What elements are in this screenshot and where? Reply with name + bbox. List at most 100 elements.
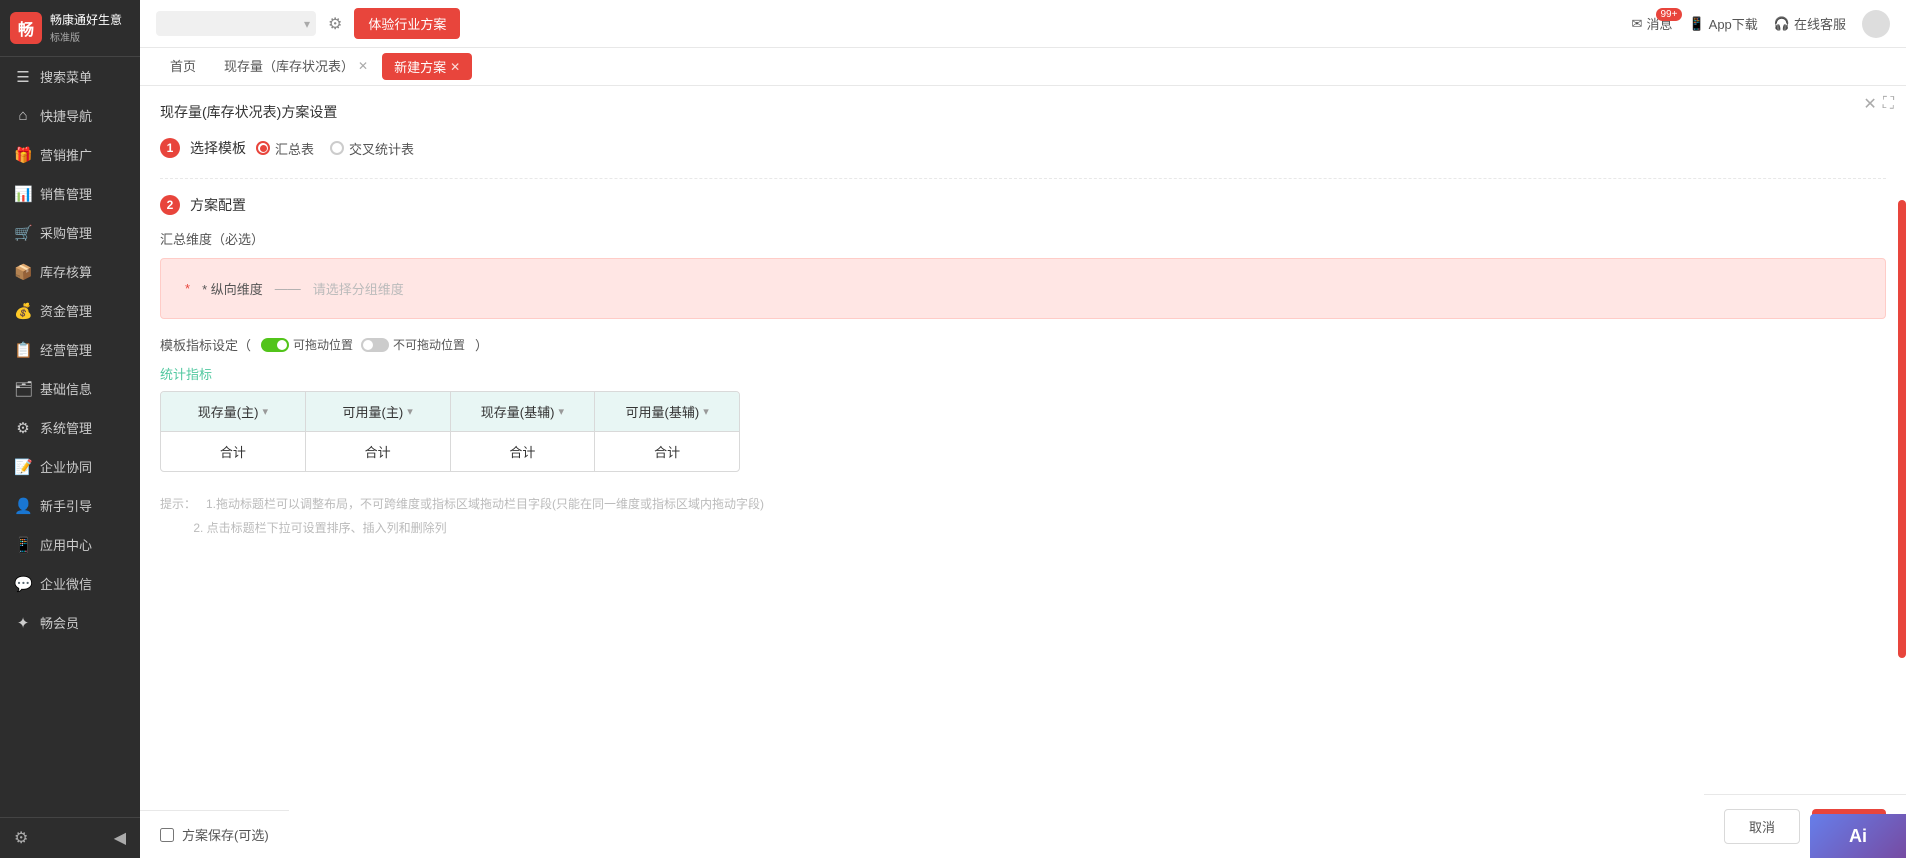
sidebar-item-contract[interactable]: 📝 企业协同 <box>0 447 140 486</box>
sidebar: 畅 畅康通好生意 标准版 ☰ 搜索菜单 ⌂ 快捷导航 🎁 营销推广 📊 销售管理… <box>0 0 140 858</box>
cancel-button[interactable]: 取消 <box>1724 809 1800 844</box>
tab-new-close[interactable]: ✕ <box>450 60 460 74</box>
user-avatar[interactable] <box>1862 10 1890 38</box>
stats-body-col-2: 合计 <box>306 431 451 471</box>
stats-col-1-label: 现存量(主) <box>198 402 259 421</box>
sidebar-item-label-sales: 销售管理 <box>40 184 92 203</box>
stats-body-col-2-val: 合计 <box>365 442 391 461</box>
phone-icon: 📱 <box>1688 16 1704 32</box>
sidebar-item-mgmt[interactable]: 📋 经营管理 <box>0 330 140 369</box>
search-menu-icon: ☰ <box>14 68 32 86</box>
dim-dash: —— <box>275 281 301 296</box>
tab-home[interactable]: 首页 <box>156 48 210 85</box>
stats-table-body: 合计 合计 合计 合计 <box>161 431 739 471</box>
purchase-icon: 🛒 <box>14 224 32 242</box>
sidebar-item-newuser[interactable]: 👤 新手引导 <box>0 486 140 525</box>
tab-inventory-close[interactable]: ✕ <box>358 59 368 73</box>
vertical-dim-label: * 纵向维度 <box>202 279 263 298</box>
finance-icon: 💰 <box>14 302 32 320</box>
stats-col-4-arrow[interactable]: ▾ <box>703 405 709 418</box>
stats-col-2-arrow[interactable]: ▾ <box>407 405 413 418</box>
radio-cross-circle <box>330 141 344 155</box>
step2-header: 2 方案配置 <box>160 195 1886 215</box>
sidebar-item-member[interactable]: ✦ 畅会员 <box>0 603 140 642</box>
sidebar-item-label-finance: 资金管理 <box>40 301 92 320</box>
radio-summary[interactable]: 汇总表 <box>256 139 314 158</box>
content-inner: ✕ ⛶ 现存量(库存状况表)方案设置 1 选择模板 汇总表 <box>140 86 1906 858</box>
toggle-draggable-box[interactable] <box>261 338 289 352</box>
stats-col-4: 可用量(基辅) ▾ <box>595 392 739 431</box>
toggle-draggable-label: 可拖动位置 <box>293 336 353 353</box>
settings-icon[interactable]: ⚙ <box>14 828 28 848</box>
sidebar-item-label-mgmt: 经营管理 <box>40 340 92 359</box>
dim-placeholder: 请选择分组维度 <box>313 279 404 298</box>
search-wrap: ▾ <box>156 11 316 36</box>
sidebar-item-marketing[interactable]: 🎁 营销推广 <box>0 135 140 174</box>
app-download-item[interactable]: 📱 App下载 <box>1688 14 1757 33</box>
tab-new-plan[interactable]: 新建方案 ✕ <box>382 53 472 80</box>
sidebar-logo: 畅 畅康通好生意 标准版 <box>0 0 140 57</box>
ai-label: Ai <box>1849 826 1867 847</box>
main-area: ▾ ⚙ 体验行业方案 ✉ 消息 99+ 📱 App下载 🎧 在线客服 首页 <box>140 0 1906 858</box>
logo-text-wrap: 畅康通好生意 标准版 <box>50 12 122 44</box>
toggle-draggable[interactable]: 可拖动位置 <box>261 336 353 353</box>
search-input[interactable] <box>156 11 316 36</box>
stats-col-2-label: 可用量(主) <box>343 402 404 421</box>
step1-section: 1 选择模板 汇总表 交叉统计表 <box>160 138 1886 158</box>
expand-icon[interactable]: ⛶ <box>1883 95 1894 113</box>
metrics-label-text: 模板指标设定（ <box>160 335 251 354</box>
radio-cross[interactable]: 交叉统计表 <box>330 139 414 158</box>
sidebar-item-purchase[interactable]: 🛒 采购管理 <box>0 213 140 252</box>
dim-box: * * 纵向维度 —— 请选择分组维度 <box>160 258 1886 319</box>
member-icon: ✦ <box>14 614 32 632</box>
system-icon: ⚙ <box>14 419 32 437</box>
close-panel-icon[interactable]: ✕ <box>1863 94 1876 114</box>
tip-item-2: 2. 点击标题栏下拉可设置排序、插入列和删除列 <box>160 516 1886 540</box>
sidebar-item-system[interactable]: ⚙ 系统管理 <box>0 408 140 447</box>
sidebar-item-label-quick: 快捷导航 <box>40 106 92 125</box>
stats-section: 统计指标 现存量(主) ▾ 可用量(主) ▾ <box>160 364 1886 472</box>
topbar-right: ✉ 消息 99+ 📱 App下载 🎧 在线客服 <box>1632 10 1890 38</box>
step2-title: 方案配置 <box>190 195 246 215</box>
sidebar-item-basic[interactable]: 🗂 基础信息 <box>0 369 140 408</box>
topbar-gear-icon[interactable]: ⚙ <box>328 14 342 34</box>
tip-title: 提示： 1.拖动标题栏可以调整布局，不可跨维度或指标区域拖动栏目字段(只能在同一… <box>160 492 1886 516</box>
metrics-label-row: 模板指标设定（ 可拖动位置 不可拖动位置 <box>160 335 1886 354</box>
wechat-icon: 💬 <box>14 575 32 593</box>
topbar: ▾ ⚙ 体验行业方案 ✉ 消息 99+ 📱 App下载 🎧 在线客服 <box>140 0 1906 48</box>
online-service-label: 在线客服 <box>1794 14 1846 33</box>
divider1 <box>160 178 1886 179</box>
sidebar-item-label-newuser: 新手引导 <box>40 496 92 515</box>
online-service-item[interactable]: 🎧 在线客服 <box>1774 14 1846 33</box>
sidebar-item-wechat[interactable]: 💬 企业微信 <box>0 564 140 603</box>
sidebar-item-label-basic: 基础信息 <box>40 379 92 398</box>
sidebar-item-label-search: 搜索菜单 <box>40 67 92 86</box>
sidebar-item-finance[interactable]: 💰 资金管理 <box>0 291 140 330</box>
sidebar-item-label-marketing: 营销推广 <box>40 145 92 164</box>
sidebar-item-quick-nav[interactable]: ⌂ 快捷导航 <box>0 96 140 135</box>
sidebar-item-label-member: 畅会员 <box>40 613 79 632</box>
collapse-icon[interactable]: ◀ <box>114 828 126 848</box>
save-checkbox[interactable] <box>160 828 174 842</box>
tab-inventory[interactable]: 现存量（库存状况表） ✕ <box>210 48 382 85</box>
sidebar-item-search[interactable]: ☰ 搜索菜单 <box>0 57 140 96</box>
toggle-undraggable[interactable]: 不可拖动位置 <box>361 336 465 353</box>
sidebar-item-appstore[interactable]: 📱 应用中心 <box>0 525 140 564</box>
content-area: ✕ ⛶ 现存量(库存状况表)方案设置 1 选择模板 汇总表 <box>140 86 1906 858</box>
message-item[interactable]: ✉ 消息 99+ <box>1632 14 1673 33</box>
radio-cross-label: 交叉统计表 <box>349 139 414 158</box>
tab-new-label: 新建方案 <box>394 57 446 76</box>
metrics-close-paren: ） <box>475 335 488 354</box>
mgmt-icon: 📋 <box>14 341 32 359</box>
toggle-undraggable-box[interactable] <box>361 338 389 352</box>
sidebar-item-sales[interactable]: 📊 销售管理 <box>0 174 140 213</box>
sidebar-item-inventory[interactable]: 📦 库存核算 <box>0 252 140 291</box>
stats-col-2: 可用量(主) ▾ <box>306 392 451 431</box>
stats-col-3-arrow[interactable]: ▾ <box>558 405 564 418</box>
industry-solution-button[interactable]: 体验行业方案 <box>354 8 460 39</box>
tabs-bar: 首页 现存量（库存状况表） ✕ 新建方案 ✕ <box>140 48 1906 86</box>
sidebar-bottom: ⚙ ◀ <box>0 817 140 858</box>
stats-col-1-arrow[interactable]: ▾ <box>262 405 268 418</box>
ai-badge[interactable]: Ai <box>1810 814 1906 858</box>
stats-title: 统计指标 <box>160 364 1886 383</box>
